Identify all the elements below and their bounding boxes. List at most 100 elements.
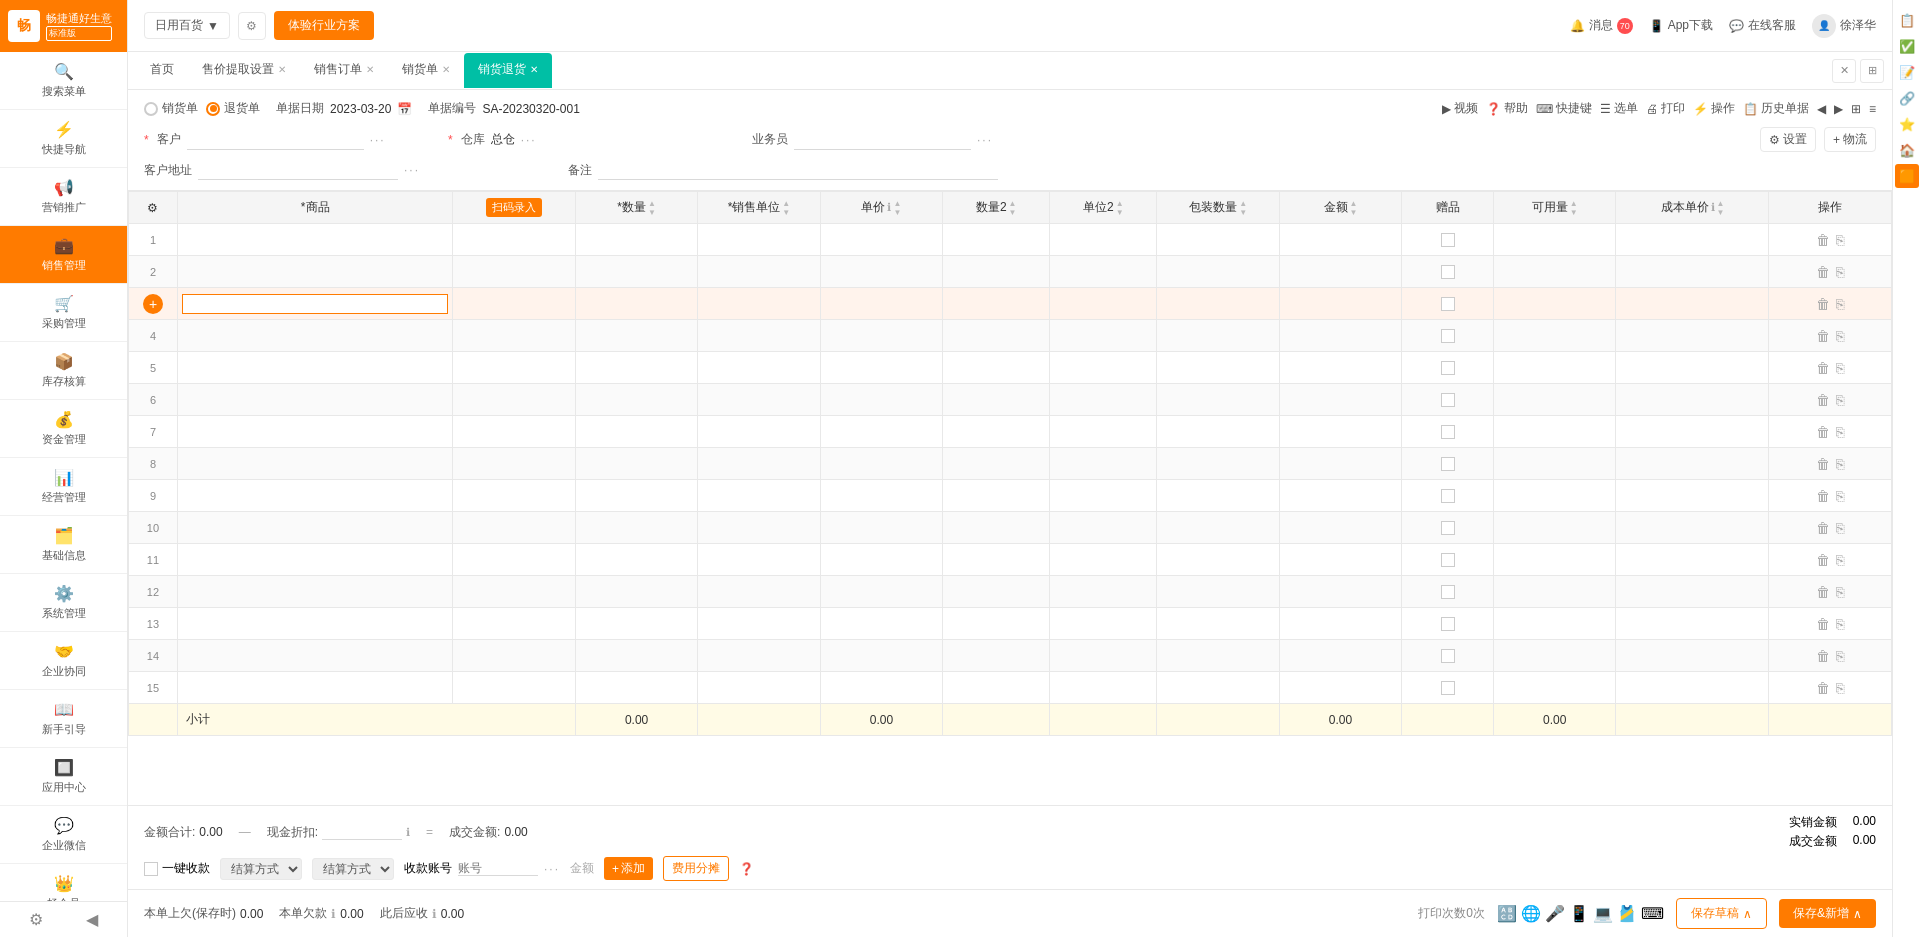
fee-help-icon[interactable]: ❓ [739, 862, 754, 876]
gift-checkbox-10[interactable] [1441, 521, 1455, 535]
gift-checkbox-14[interactable] [1441, 649, 1455, 663]
toolbar-prev[interactable]: ◀ [1817, 102, 1826, 116]
toolbar-select[interactable]: ☰ 选单 [1600, 100, 1638, 117]
save-new-btn[interactable]: 保存&新增 ∧ [1779, 899, 1876, 928]
toolbar-shortcut[interactable]: ⌨ 快捷键 [1536, 100, 1592, 117]
scan-btn[interactable]: 扫码录入 [486, 198, 542, 217]
copy-icon-1[interactable]: ⎘ [1836, 232, 1844, 248]
copy-icon-12[interactable]: ⎘ [1836, 584, 1844, 600]
copy-icon-10[interactable]: ⎘ [1836, 520, 1844, 536]
settings-btn[interactable]: ⚙ 设置 [1760, 127, 1816, 152]
warehouse-dots[interactable]: ··· [521, 133, 537, 147]
one-click-payment-check[interactable]: 一键收款 [144, 860, 210, 877]
notice-btn[interactable]: 🔔 消息 70 [1570, 17, 1633, 34]
user-info[interactable]: 👤 徐泽华 [1812, 14, 1876, 38]
gift-checkbox-7[interactable] [1441, 425, 1455, 439]
sidebar-item-search[interactable]: 🔍 搜索菜单 [0, 52, 127, 110]
gift-checkbox-4[interactable] [1441, 329, 1455, 343]
toolbar-grid-view[interactable]: ⊞ [1851, 102, 1861, 116]
delete-icon-9[interactable]: 🗑 [1816, 488, 1830, 504]
gift-checkbox-15[interactable] [1441, 681, 1455, 695]
sidebar-item-system[interactable]: ⚙️ 系统管理 [0, 574, 127, 632]
sidebar-item-purchase[interactable]: 🛒 采购管理 [0, 284, 127, 342]
trial-btn[interactable]: 体验行业方案 [274, 11, 374, 40]
toolbar-help[interactable]: ❓ 帮助 [1486, 100, 1528, 117]
toolbar-history[interactable]: 📋 历史单据 [1743, 100, 1809, 117]
radio-sales-bill[interactable]: 销货单 [144, 100, 198, 117]
customer-dots[interactable]: ··· [370, 133, 386, 147]
tab-sales-bill[interactable]: 销货单 ✕ [388, 53, 464, 88]
copy-icon-7[interactable]: ⎘ [1836, 424, 1844, 440]
sidebar-item-sales[interactable]: 💼 销售管理 [0, 226, 127, 284]
icon-2[interactable]: 🌐 [1521, 904, 1541, 923]
right-tool-1[interactable]: 📋 [1895, 8, 1919, 32]
sidebar-item-vip[interactable]: 👑 畅会员 [0, 864, 127, 901]
copy-icon-14[interactable]: ⎘ [1836, 648, 1844, 664]
copy-icon-3[interactable]: ⎘ [1836, 296, 1844, 312]
toolbar-operation[interactable]: ⚡ 操作 [1693, 100, 1735, 117]
delete-icon-2[interactable]: 🗑 [1816, 264, 1830, 280]
notes-input[interactable] [598, 160, 998, 180]
copy-icon-8[interactable]: ⎘ [1836, 456, 1844, 472]
copy-icon-6[interactable]: ⎘ [1836, 392, 1844, 408]
gift-checkbox-12[interactable] [1441, 585, 1455, 599]
tabs-close-btn[interactable]: ✕ [1832, 59, 1856, 83]
sidebar-item-wechat[interactable]: 💬 企业微信 [0, 806, 127, 864]
account-dots[interactable]: ··· [544, 862, 560, 876]
copy-icon-2[interactable]: ⎘ [1836, 264, 1844, 280]
price-info-icon[interactable]: ℹ [887, 201, 891, 214]
icon-4[interactable]: 📱 [1569, 904, 1589, 923]
address-dots[interactable]: ··· [404, 163, 420, 177]
icon-7[interactable]: ⌨ [1641, 904, 1664, 923]
product-input-3[interactable] [182, 294, 448, 314]
industry-dropdown[interactable]: 日用百货 ▼ [144, 12, 230, 39]
copy-icon-11[interactable]: ⎘ [1836, 552, 1844, 568]
customer-input[interactable] [187, 130, 364, 150]
one-click-checkbox[interactable] [144, 862, 158, 876]
sidebar-item-marketing[interactable]: 📢 营销推广 [0, 168, 127, 226]
delete-icon-6[interactable]: 🗑 [1816, 392, 1830, 408]
right-tool-6[interactable]: 🏠 [1895, 138, 1919, 162]
tab-price-setting-close[interactable]: ✕ [278, 64, 286, 75]
tab-sales-order[interactable]: 销售订单 ✕ [300, 53, 388, 88]
save-draft-btn[interactable]: 保存草稿 ∧ [1676, 898, 1767, 929]
topbar-gear-btn[interactable]: ⚙ [238, 12, 266, 40]
right-tool-7[interactable]: 🟧 [1895, 164, 1919, 188]
icon-5[interactable]: 💻 [1593, 904, 1613, 923]
settlement-select[interactable]: 结算方式 [220, 858, 302, 880]
delete-icon-14[interactable]: 🗑 [1816, 648, 1830, 664]
sidebar-item-apps[interactable]: 🔲 应用中心 [0, 748, 127, 806]
toolbar-next[interactable]: ▶ [1834, 102, 1843, 116]
copy-icon-4[interactable]: ⎘ [1836, 328, 1844, 344]
add-row-btn[interactable]: + [143, 294, 163, 314]
discount-input[interactable] [322, 825, 402, 840]
tab-sales-return-close[interactable]: ✕ [530, 64, 538, 75]
sidebar-item-basic[interactable]: 🗂️ 基础信息 [0, 516, 127, 574]
download-btn[interactable]: 📱 App下载 [1649, 17, 1713, 34]
sidebar-item-operations[interactable]: 📊 经营管理 [0, 458, 127, 516]
copy-icon-9[interactable]: ⎘ [1836, 488, 1844, 504]
gift-checkbox-1[interactable] [1441, 233, 1455, 247]
tab-price-setting[interactable]: 售价提取设置 ✕ [188, 53, 300, 88]
delete-icon-13[interactable]: 🗑 [1816, 616, 1830, 632]
delete-icon-7[interactable]: 🗑 [1816, 424, 1830, 440]
stat-debt-circle[interactable]: ℹ [331, 907, 336, 921]
delete-icon-4[interactable]: 🗑 [1816, 328, 1830, 344]
gift-checkbox-6[interactable] [1441, 393, 1455, 407]
add-payment-btn[interactable]: + 添加 [604, 857, 653, 880]
th-gear-icon[interactable]: ⚙ [147, 201, 158, 215]
copy-icon-15[interactable]: ⎘ [1836, 680, 1844, 696]
right-tool-4[interactable]: 🔗 [1895, 86, 1919, 110]
sidebar-item-finance[interactable]: 💰 资金管理 [0, 400, 127, 458]
delete-icon-11[interactable]: 🗑 [1816, 552, 1830, 568]
salesperson-input[interactable] [794, 130, 971, 150]
radio-return-bill[interactable]: 退货单 [206, 100, 260, 117]
copy-icon-5[interactable]: ⎘ [1836, 360, 1844, 376]
toolbar-print[interactable]: 🖨 打印 [1646, 100, 1685, 117]
gift-checkbox-8[interactable] [1441, 457, 1455, 471]
sidebar-item-guide[interactable]: 📖 新手引导 [0, 690, 127, 748]
stat-receivable-circle[interactable]: ℹ [432, 907, 437, 921]
gift-checkbox-9[interactable] [1441, 489, 1455, 503]
icon-1[interactable]: 🔠 [1497, 904, 1517, 923]
gift-checkbox-11[interactable] [1441, 553, 1455, 567]
